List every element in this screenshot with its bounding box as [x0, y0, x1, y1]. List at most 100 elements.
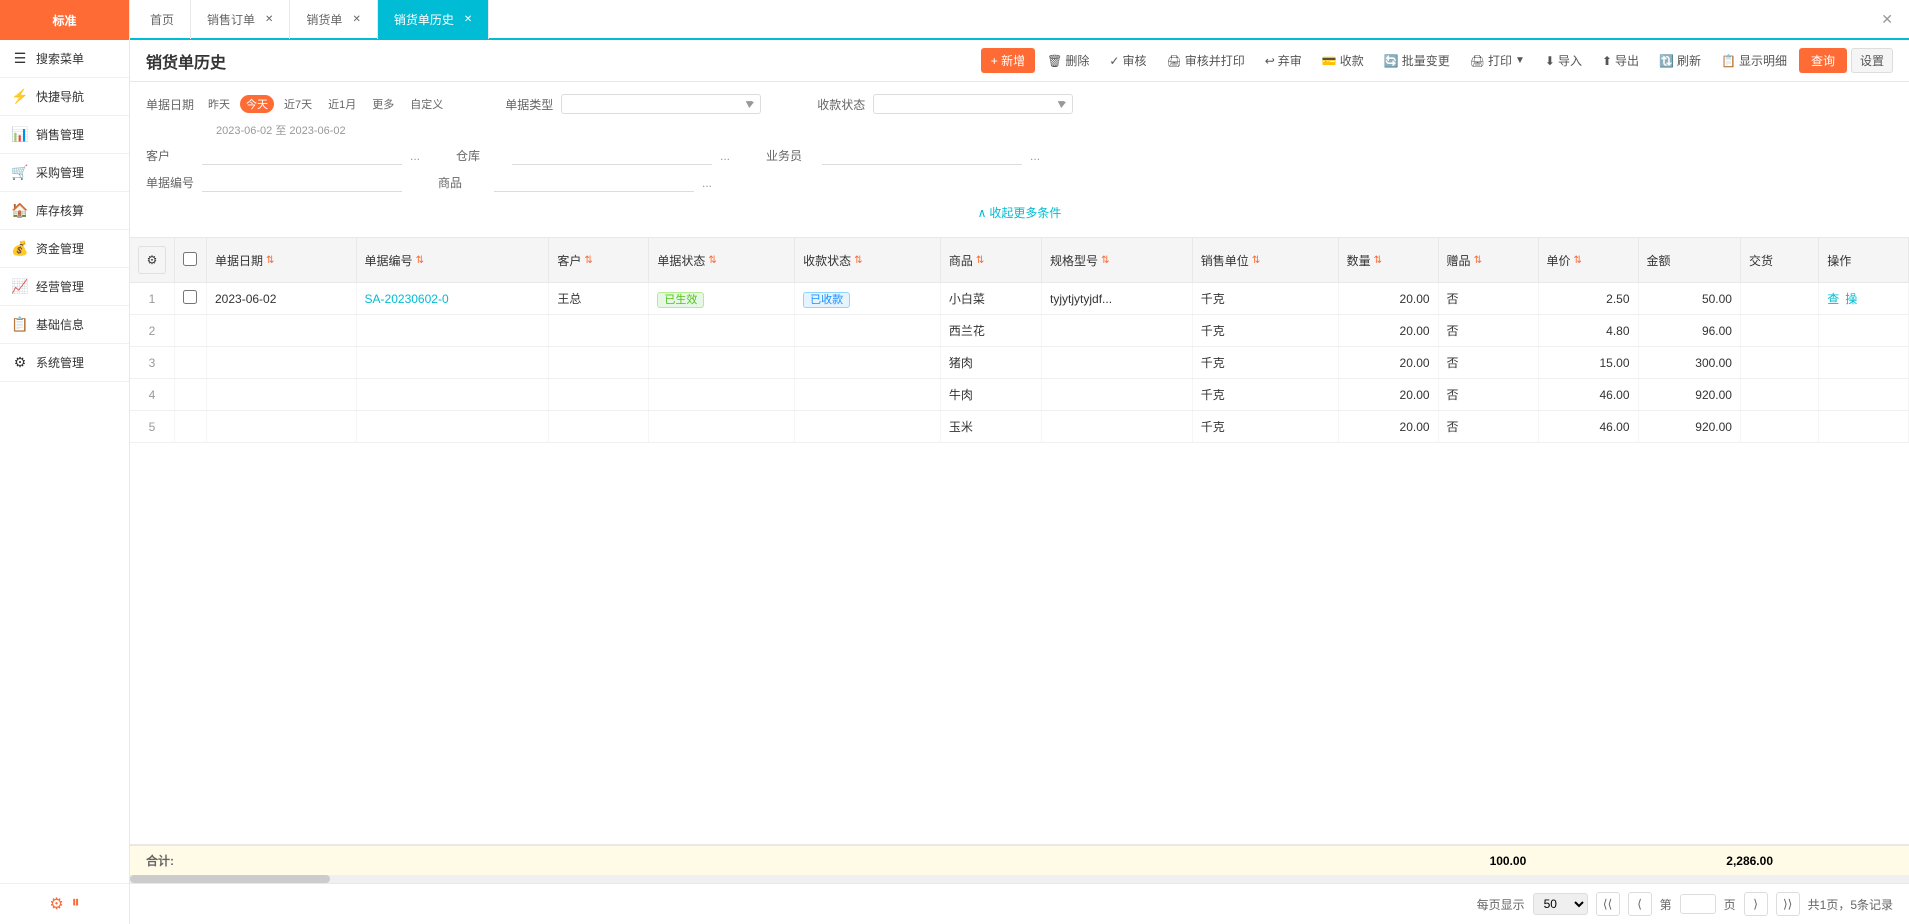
col-doc-num-sort[interactable]: 单据编号 ⇅	[365, 252, 541, 269]
customer-input[interactable]	[202, 146, 402, 165]
page-first-button[interactable]: ⟨⟨	[1596, 892, 1620, 916]
col-doc-status-sort[interactable]: 单据状态 ⇅	[657, 252, 786, 269]
col-doc-num-sort-icon: ⇅	[416, 255, 424, 266]
import-button[interactable]: ⬇ 导入	[1537, 48, 1590, 73]
date-tag-today[interactable]: 今天	[240, 95, 274, 113]
page-next-button[interactable]: ⟩	[1744, 892, 1768, 916]
row-goods-2: 猪肉	[940, 347, 1041, 379]
new-button[interactable]: + 新增	[981, 48, 1035, 73]
sidebar-item-inventory[interactable]: 🏠 库存核算	[0, 192, 129, 230]
tab-sales-history-close[interactable]: ✕	[464, 14, 472, 25]
date-tag-7days[interactable]: 近7天	[278, 95, 318, 113]
row-trade-2	[1740, 347, 1818, 379]
tab-close-all[interactable]: ✕	[1869, 11, 1905, 28]
page-last-button[interactable]: ⟩⟩	[1776, 892, 1800, 916]
col-trade: 交货	[1740, 238, 1818, 283]
salesperson-dots[interactable]: ...	[1030, 149, 1040, 163]
sidebar-item-quick-nav[interactable]: ⚡ 快捷导航	[0, 78, 129, 116]
column-settings-gear[interactable]: ⚙	[138, 246, 166, 274]
col-quantity-sort[interactable]: 数量 ⇅	[1347, 252, 1430, 269]
delete-button[interactable]: 🗑 删除	[1039, 48, 1097, 73]
row-op-link[interactable]: 操	[1845, 292, 1857, 306]
sidebar-gear-icon[interactable]: ⚙	[49, 894, 63, 914]
row-checkbox[interactable]	[183, 290, 197, 304]
doc-num-link[interactable]: SA-20230602-0	[365, 292, 449, 306]
col-date-sort-icon: ⇅	[266, 255, 274, 266]
sidebar-item-finance[interactable]: 💰 资金管理	[0, 230, 129, 268]
col-unit-label: 销售单位	[1201, 252, 1249, 269]
customer-dots[interactable]: ...	[410, 149, 420, 163]
warehouse-input[interactable]	[512, 146, 712, 165]
batch-change-button[interactable]: 🔄 批量变更	[1376, 48, 1458, 73]
sidebar-item-system[interactable]: ⚙ 系统管理	[0, 344, 129, 382]
print-button[interactable]: 🖨 打印 ▼	[1462, 48, 1533, 73]
sidebar-item-purchase[interactable]: 🛒 采购管理	[0, 154, 129, 192]
show-detail-button[interactable]: 📋 显示明细	[1713, 48, 1795, 73]
refresh-button[interactable]: 🔃 刷新	[1651, 48, 1709, 73]
collect-status-label: 收款状态	[817, 96, 867, 113]
col-collect-status-sort[interactable]: 收款状态 ⇅	[803, 252, 932, 269]
date-tag-custom[interactable]: 自定义	[404, 95, 449, 113]
audit-button[interactable]: ✓ 审核	[1101, 48, 1154, 73]
tab-sales-history[interactable]: 销货单历史 ✕	[378, 0, 489, 39]
salesperson-input[interactable]	[822, 146, 1022, 165]
sidebar-item-search-menu[interactable]: ☰ 搜索菜单	[0, 40, 129, 78]
col-quantity-sort-icon: ⇅	[1374, 255, 1382, 266]
row-amount-4: 920.00	[1638, 411, 1740, 443]
col-collect-status: 收款状态 ⇅	[795, 238, 941, 283]
col-goods-sort[interactable]: 商品 ⇅	[949, 252, 1033, 269]
doc-num-input[interactable]	[202, 173, 402, 192]
footer-total-amount: 2,286.00	[1726, 854, 1773, 868]
page-number-input[interactable]: 1	[1680, 894, 1716, 914]
row-actions-0: 查操	[1819, 283, 1909, 315]
row-view-link[interactable]: 查	[1827, 292, 1839, 306]
tab-sales-goods-close[interactable]: ✕	[352, 14, 360, 25]
sidebar-item-basic-info[interactable]: 📋 基础信息	[0, 306, 129, 344]
abandon-icon: ↩	[1265, 54, 1275, 68]
tab-sales-goods[interactable]: 销货单 ✕	[290, 0, 377, 39]
sidebar-item-operations[interactable]: 📈 经营管理	[0, 268, 129, 306]
col-goods-sort-icon: ⇅	[976, 255, 984, 266]
settings-button[interactable]: 设置	[1851, 48, 1893, 73]
row-gift-2: 否	[1438, 347, 1538, 379]
tab-sales-order[interactable]: 销售订单 ✕	[191, 0, 290, 39]
row-date-2	[207, 347, 357, 379]
collect-button[interactable]: 💳 收款	[1314, 48, 1372, 73]
date-tag-yesterday[interactable]: 昨天	[202, 95, 236, 113]
basic-info-icon: 📋	[12, 317, 28, 333]
sidebar-item-label: 基础信息	[36, 316, 84, 333]
export-button[interactable]: ⬆ 导出	[1594, 48, 1647, 73]
query-button[interactable]: 查询	[1799, 48, 1847, 73]
goods-input[interactable]	[494, 173, 694, 192]
col-unit-sort-icon: ⇅	[1252, 255, 1260, 266]
date-tag-1month[interactable]: 近1月	[322, 95, 362, 113]
row-amount-0: 50.00	[1638, 283, 1740, 315]
col-customer-sort[interactable]: 客户 ⇅	[557, 252, 640, 269]
col-gift-sort[interactable]: 赠品 ⇅	[1447, 252, 1530, 269]
abandon-button[interactable]: ↩ 弃审	[1257, 48, 1310, 73]
row-price-1: 4.80	[1538, 315, 1638, 347]
tab-home[interactable]: 首页	[134, 0, 191, 39]
col-unit-sort[interactable]: 销售单位 ⇅	[1201, 252, 1330, 269]
doc-type-select[interactable]	[561, 94, 761, 114]
col-customer-sort-icon: ⇅	[584, 255, 592, 266]
filter-row-2: 客户 ... 仓库 ... 业务员 ...	[146, 146, 1893, 165]
collapse-button[interactable]: ∧ 收起更多条件	[978, 204, 1062, 221]
sidebar-pause-icon[interactable]: ⏸	[72, 894, 80, 914]
col-date-sort[interactable]: 单据日期 ⇅	[215, 252, 348, 269]
tab-sales-order-close[interactable]: ✕	[265, 14, 273, 25]
scrollbar-thumb[interactable]	[130, 875, 330, 883]
col-price-sort[interactable]: 单价 ⇅	[1547, 252, 1630, 269]
date-tag-more[interactable]: 更多	[366, 95, 400, 113]
col-spec-sort[interactable]: 规格型号 ⇅	[1050, 252, 1184, 269]
select-all-checkbox[interactable]	[183, 252, 197, 266]
page-prev-button[interactable]: ⟨	[1628, 892, 1652, 916]
horizontal-scrollbar[interactable]	[130, 875, 1909, 883]
audit-print-button[interactable]: 🖨 审核并打印	[1158, 48, 1252, 73]
footer-label: 合计:	[146, 852, 174, 869]
warehouse-dots[interactable]: ...	[720, 149, 730, 163]
goods-dots[interactable]: ...	[702, 176, 712, 190]
sidebar-item-sales[interactable]: 📊 销售管理	[0, 116, 129, 154]
collect-status-select[interactable]	[873, 94, 1073, 114]
per-page-select[interactable]: 50 100	[1533, 893, 1588, 915]
